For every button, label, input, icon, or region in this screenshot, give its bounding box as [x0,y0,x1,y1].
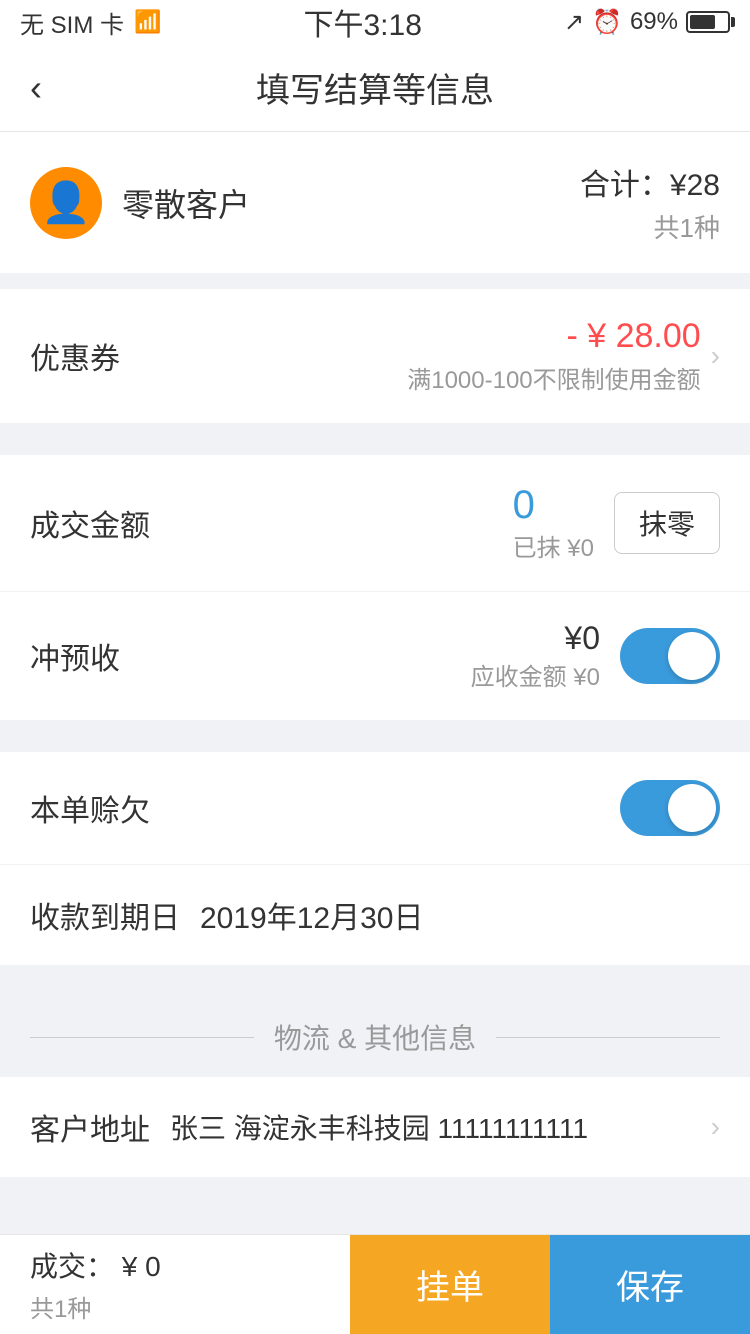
status-bar-time: 下午3:18 [303,0,421,44]
pending-button[interactable]: 挂单 [350,1235,550,1334]
transaction-row: 成交金额 0 已抹 ¥0 抹零 [0,455,750,592]
debt-toggle-knob [668,784,716,832]
customer-name: 零散客户 [122,180,250,226]
bottom-transaction-label: 成交： [30,1251,114,1282]
status-bar-left: 无 SIM 卡 📶 [20,5,161,40]
coupon-row[interactable]: 优惠券 - ¥ 28.00 满1000-100不限制使用金额 › [0,289,750,423]
coupon-description: 满1000-100不限制使用金额 [407,360,700,395]
debt-label: 本单赊欠 [30,786,150,830]
bottom-bar: 成交： ¥ 0 共1种 挂单 保存 [0,1234,750,1334]
bottom-transaction-amount: ¥ 0 [122,1251,161,1282]
page-title: 填写结算等信息 [256,63,494,112]
customer-count: 共1种 [580,208,720,245]
prepayment-row: 冲预收 ¥0 应收金额 ¥0 [0,592,750,720]
prepayment-right: ¥0 应收金额 ¥0 [471,620,720,692]
rounded-amount-label: 已抹 ¥0 [513,528,594,563]
separator-1 [0,439,750,455]
customer-avatar: 👤 [30,167,102,239]
prepayment-label: 冲预收 [30,634,190,678]
location-icon: ↗ [564,8,584,37]
save-button[interactable]: 保存 [550,1235,750,1334]
battery-icon [686,11,730,33]
debt-section: 本单赊欠 收款到期日 2019年12月30日 [0,752,750,965]
status-bar-right: ↗ ⏰ 69% [564,8,730,37]
due-date-value[interactable]: 2019年12月30日 [200,893,423,937]
customer-right: 合计：¥28 共1种 [580,160,720,245]
avatar-icon: 👤 [41,179,91,226]
customer-total: 合计：¥28 [580,160,720,204]
round-zero-button[interactable]: 抹零 [614,492,720,554]
bottom-info: 成交： ¥ 0 共1种 [0,1235,350,1334]
status-bar: 无 SIM 卡 📶 下午3:18 ↗ ⏰ 69% [0,0,750,44]
debt-row: 本单赊欠 [0,752,750,864]
prepay-receivable: 应收金额 ¥0 [471,657,600,692]
bottom-count: 共1种 [30,1289,320,1324]
separator-2 [0,736,750,752]
alarm-icon: ⏰ [592,8,622,37]
logistics-line-right [496,1037,720,1038]
logistics-label: 物流 & 其他信息 [274,1017,476,1057]
separator-3 [0,981,750,997]
content-area: 👤 零散客户 合计：¥28 共1种 优惠券 - ¥ 28.00 满1000-10… [0,132,750,1293]
customer-left: 👤 零散客户 [30,167,250,239]
address-value: 张三 海淀永丰科技园 11111111111 [150,1107,711,1147]
coupon-right: - ¥ 28.00 满1000-100不限制使用金额 › [407,317,720,395]
transaction-label: 成交金额 [30,501,190,545]
customer-section: 👤 零散客户 合计：¥28 共1种 [0,132,750,273]
wifi-icon: 📶 [134,9,161,35]
coupon-label: 优惠券 [30,334,120,378]
prepay-amount: ¥0 [471,620,600,657]
coupon-discount: - ¥ 28.00 [407,317,700,356]
nav-bar: ‹ 填写结算等信息 [0,44,750,132]
prepay-amounts: ¥0 应收金额 ¥0 [471,620,600,692]
carrier-label: 无 SIM 卡 [20,5,124,40]
chevron-right-icon: › [711,340,720,372]
coupon-amount: - ¥ 28.00 满1000-100不限制使用金额 [407,317,700,395]
address-row[interactable]: 客户地址 张三 海淀永丰科技园 11111111111 › [0,1077,750,1177]
logistics-divider: 物流 & 其他信息 [0,997,750,1077]
back-button[interactable]: ‹ [30,67,42,109]
address-chevron-icon: › [711,1111,720,1143]
due-date-row: 收款到期日 2019年12月30日 [0,864,750,965]
transaction-amount[interactable]: 0 [513,483,535,527]
transaction-section: 成交金额 0 已抹 ¥0 抹零 冲预收 ¥0 应收金额 ¥0 [0,455,750,720]
transaction-right: 0 已抹 ¥0 抹零 [513,483,720,563]
due-date-label: 收款到期日 [30,893,180,937]
address-label: 客户地址 [30,1105,150,1149]
debt-toggle[interactable] [620,780,720,836]
battery-fill [690,15,715,29]
battery-label: 69% [630,8,678,36]
toggle-knob [668,632,716,680]
prepayment-toggle[interactable] [620,628,720,684]
bottom-transaction: 成交： ¥ 0 [30,1245,320,1285]
logistics-line-left [30,1037,254,1038]
